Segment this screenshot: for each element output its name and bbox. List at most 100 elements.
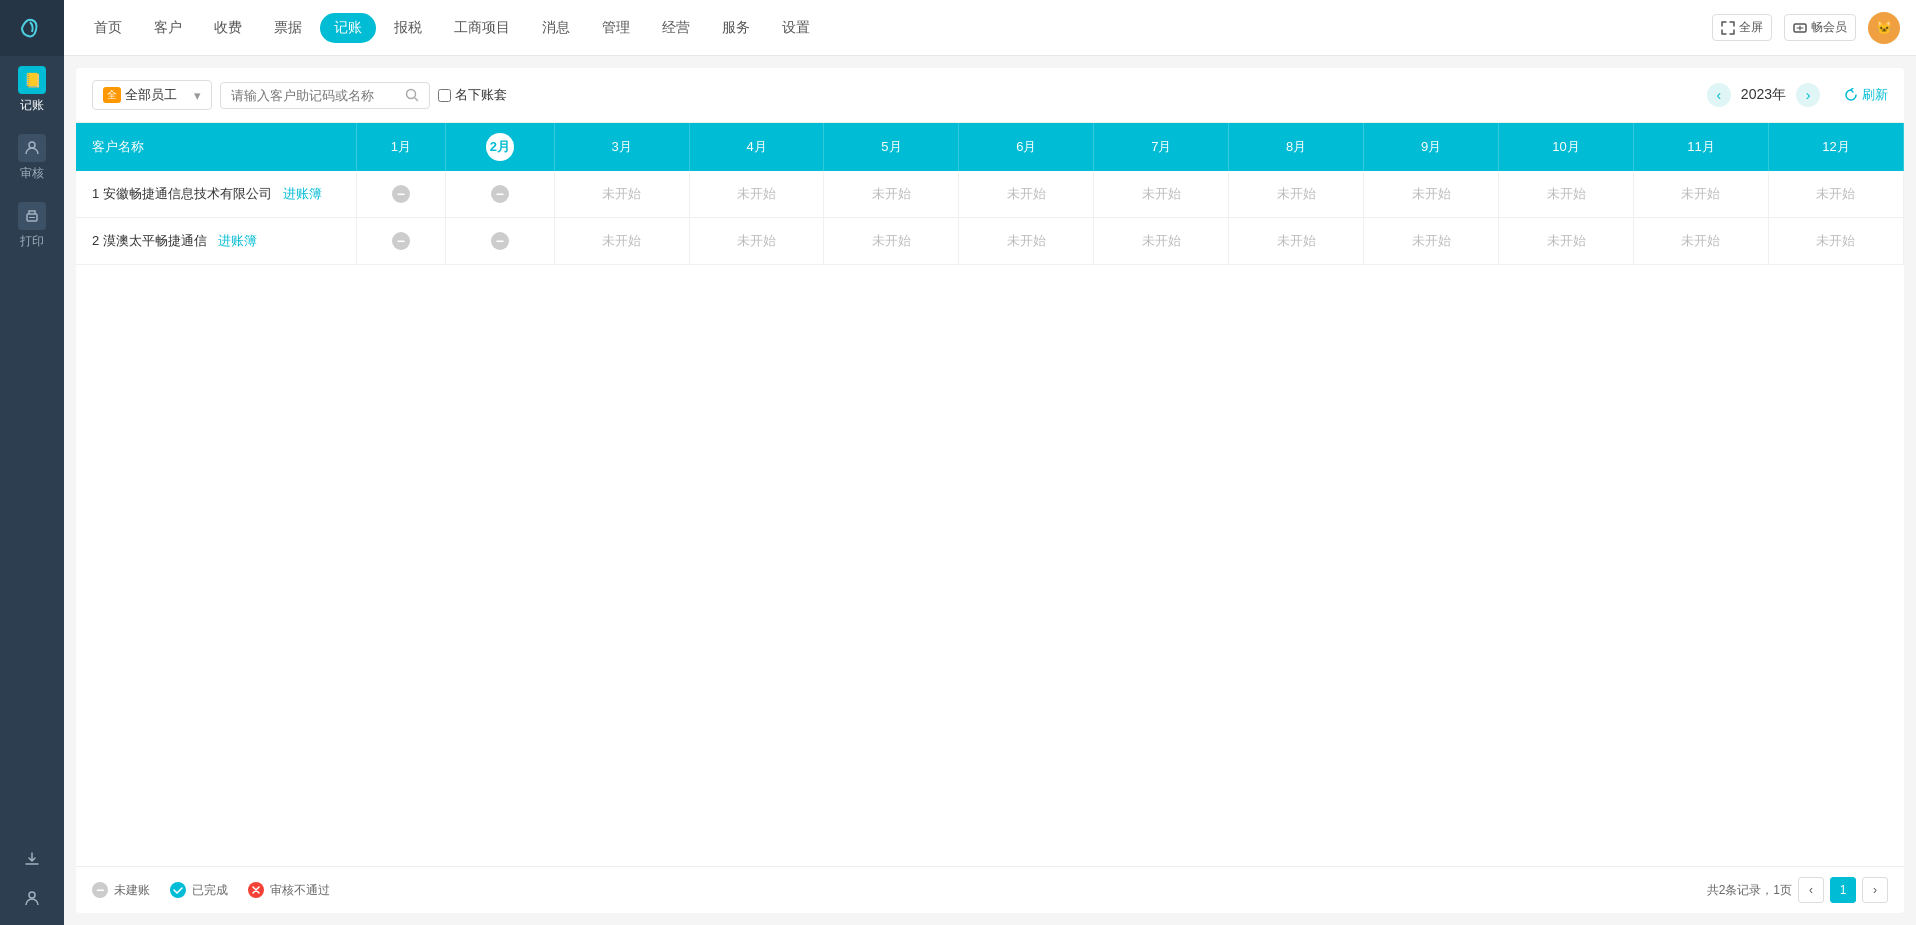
status-not-started: 未开始	[872, 186, 911, 201]
refresh-label: 刷新	[1862, 86, 1888, 104]
nav-business[interactable]: 工商项目	[440, 13, 524, 43]
status-not-started: 未开始	[1277, 186, 1316, 201]
legend-done: 已完成	[170, 882, 228, 899]
nav-home[interactable]: 首页	[80, 13, 136, 43]
employee-badge: 全	[103, 87, 121, 103]
nav-operation[interactable]: 经营	[648, 13, 704, 43]
sidebar-item-jizhang[interactable]: 📒 记账	[0, 56, 64, 124]
col-jan: 1月	[356, 123, 446, 171]
footer: − 未建账 已完成 审核不通过 共2条记录，1页	[76, 866, 1904, 913]
sidebar-download[interactable]	[23, 842, 41, 876]
status-not-started: 未开始	[737, 186, 776, 201]
status-not-started: 未开始	[1142, 186, 1181, 201]
col-oct: 10月	[1499, 123, 1634, 171]
sidebar-item-label: 审核	[20, 165, 44, 182]
col-feb: 2月	[446, 123, 554, 171]
page-1-button[interactable]: 1	[1830, 877, 1856, 903]
accounts-checkbox[interactable]	[438, 89, 451, 102]
month-cell: −	[446, 171, 554, 218]
status-not-started: 未开始	[737, 233, 776, 248]
month-cell: 未开始	[824, 171, 959, 218]
col-dec: 12月	[1768, 123, 1903, 171]
svg-point-3	[29, 892, 35, 898]
month-cell: 未开始	[1364, 171, 1499, 218]
nav-accounting[interactable]: 记账	[320, 13, 376, 43]
month-cell: −	[356, 218, 446, 265]
status-not-started: 未开始	[1142, 233, 1181, 248]
accounts-checkbox-label[interactable]: 名下账套	[438, 86, 507, 104]
table-wrap: 客户名称 1月 2月 3月 4月 5月 6月 7月 8月 9月	[76, 123, 1904, 866]
month-cell: 未开始	[1499, 171, 1634, 218]
customer-name-cell: 2 漠澳太平畅捷通信 进账簿	[76, 218, 356, 265]
customer-index: 2	[92, 233, 99, 248]
legend-dot-teal	[170, 882, 186, 898]
month-cell: 未开始	[554, 218, 689, 265]
month-cell: −	[356, 171, 446, 218]
year-next-button[interactable]: ›	[1796, 83, 1820, 107]
nav-settings[interactable]: 设置	[768, 13, 824, 43]
col-may: 5月	[824, 123, 959, 171]
refresh-button[interactable]: 刷新	[1844, 86, 1888, 104]
enter-ledger-link[interactable]: 进账簿	[283, 186, 322, 201]
avatar-icon: 🐱	[1876, 20, 1892, 35]
refresh-icon	[1844, 88, 1858, 102]
jizhang-icon: 📒	[18, 66, 46, 94]
year-prev-button[interactable]: ‹	[1707, 83, 1731, 107]
nav-customer[interactable]: 客户	[140, 13, 196, 43]
fullscreen-label: 全屏	[1739, 19, 1763, 36]
month-cell: 未开始	[689, 171, 824, 218]
status-not-started: 未开始	[1007, 233, 1046, 248]
year-label: 2023年	[1741, 86, 1786, 104]
month-cell: 未开始	[1768, 171, 1903, 218]
month-cell: 未开始	[1094, 171, 1229, 218]
month-cell: 未开始	[1499, 218, 1634, 265]
nav-tax[interactable]: 报税	[380, 13, 436, 43]
minus-icon: −	[392, 185, 410, 203]
page-prev-button[interactable]: ‹	[1798, 877, 1824, 903]
sidebar-item-print[interactable]: 打印	[0, 192, 64, 260]
nav-invoice[interactable]: 票据	[260, 13, 316, 43]
fullscreen-button[interactable]: 全屏	[1712, 14, 1772, 41]
col-apr: 4月	[689, 123, 824, 171]
page-next-button[interactable]: ›	[1862, 877, 1888, 903]
legend-dot-grey: −	[92, 882, 108, 898]
nav-message[interactable]: 消息	[528, 13, 584, 43]
col-jul: 7月	[1094, 123, 1229, 171]
nav-service[interactable]: 服务	[708, 13, 764, 43]
enter-ledger-link[interactable]: 进账簿	[218, 233, 257, 248]
minus-icon: −	[392, 232, 410, 250]
customer-name-text: 安徽畅捷通信息技术有限公司	[103, 186, 272, 201]
member-label: 畅会员	[1811, 19, 1847, 36]
toolbar: 全 全部员工 ▾ 名下账套 ‹ 2023年 ›	[76, 68, 1904, 123]
avatar[interactable]: 🐱	[1868, 12, 1900, 44]
employee-select[interactable]: 全 全部员工 ▾	[92, 80, 212, 110]
search-input[interactable]	[231, 88, 399, 103]
current-month-circle: 2月	[486, 133, 514, 161]
minus-icon: −	[491, 232, 509, 250]
nav-fees[interactable]: 收费	[200, 13, 256, 43]
status-not-started: 未开始	[602, 233, 641, 248]
member-button[interactable]: 畅会员	[1784, 14, 1856, 41]
month-cell: 未开始	[1094, 218, 1229, 265]
month-cell: 未开始	[554, 171, 689, 218]
month-cell: 未开始	[689, 218, 824, 265]
status-not-started: 未开始	[1547, 233, 1586, 248]
legend-not-started: − 未建账	[92, 882, 150, 899]
search-wrap	[220, 82, 430, 109]
svg-point-0	[29, 142, 35, 148]
customer-name-cell: 1 安徽畅捷通信息技术有限公司 进账簿	[76, 171, 356, 218]
month-cell: −	[446, 218, 554, 265]
table-row: 1 安徽畅捷通信息技术有限公司 进账簿−−未开始未开始未开始未开始未开始未开始未…	[76, 171, 1904, 218]
pagination: 共2条记录，1页 ‹ 1 ›	[1707, 877, 1888, 903]
status-not-started: 未开始	[1816, 233, 1855, 248]
nav-manage[interactable]: 管理	[588, 13, 644, 43]
shenhe-icon	[18, 134, 46, 162]
minus-icon: −	[491, 185, 509, 203]
sidebar-user[interactable]	[23, 881, 41, 915]
sidebar-item-shenhe[interactable]: 审核	[0, 124, 64, 192]
status-not-started: 未开始	[1412, 186, 1451, 201]
month-cell: 未开始	[959, 218, 1094, 265]
month-cell: 未开始	[1634, 171, 1769, 218]
col-sep: 9月	[1364, 123, 1499, 171]
month-cell: 未开始	[1634, 218, 1769, 265]
